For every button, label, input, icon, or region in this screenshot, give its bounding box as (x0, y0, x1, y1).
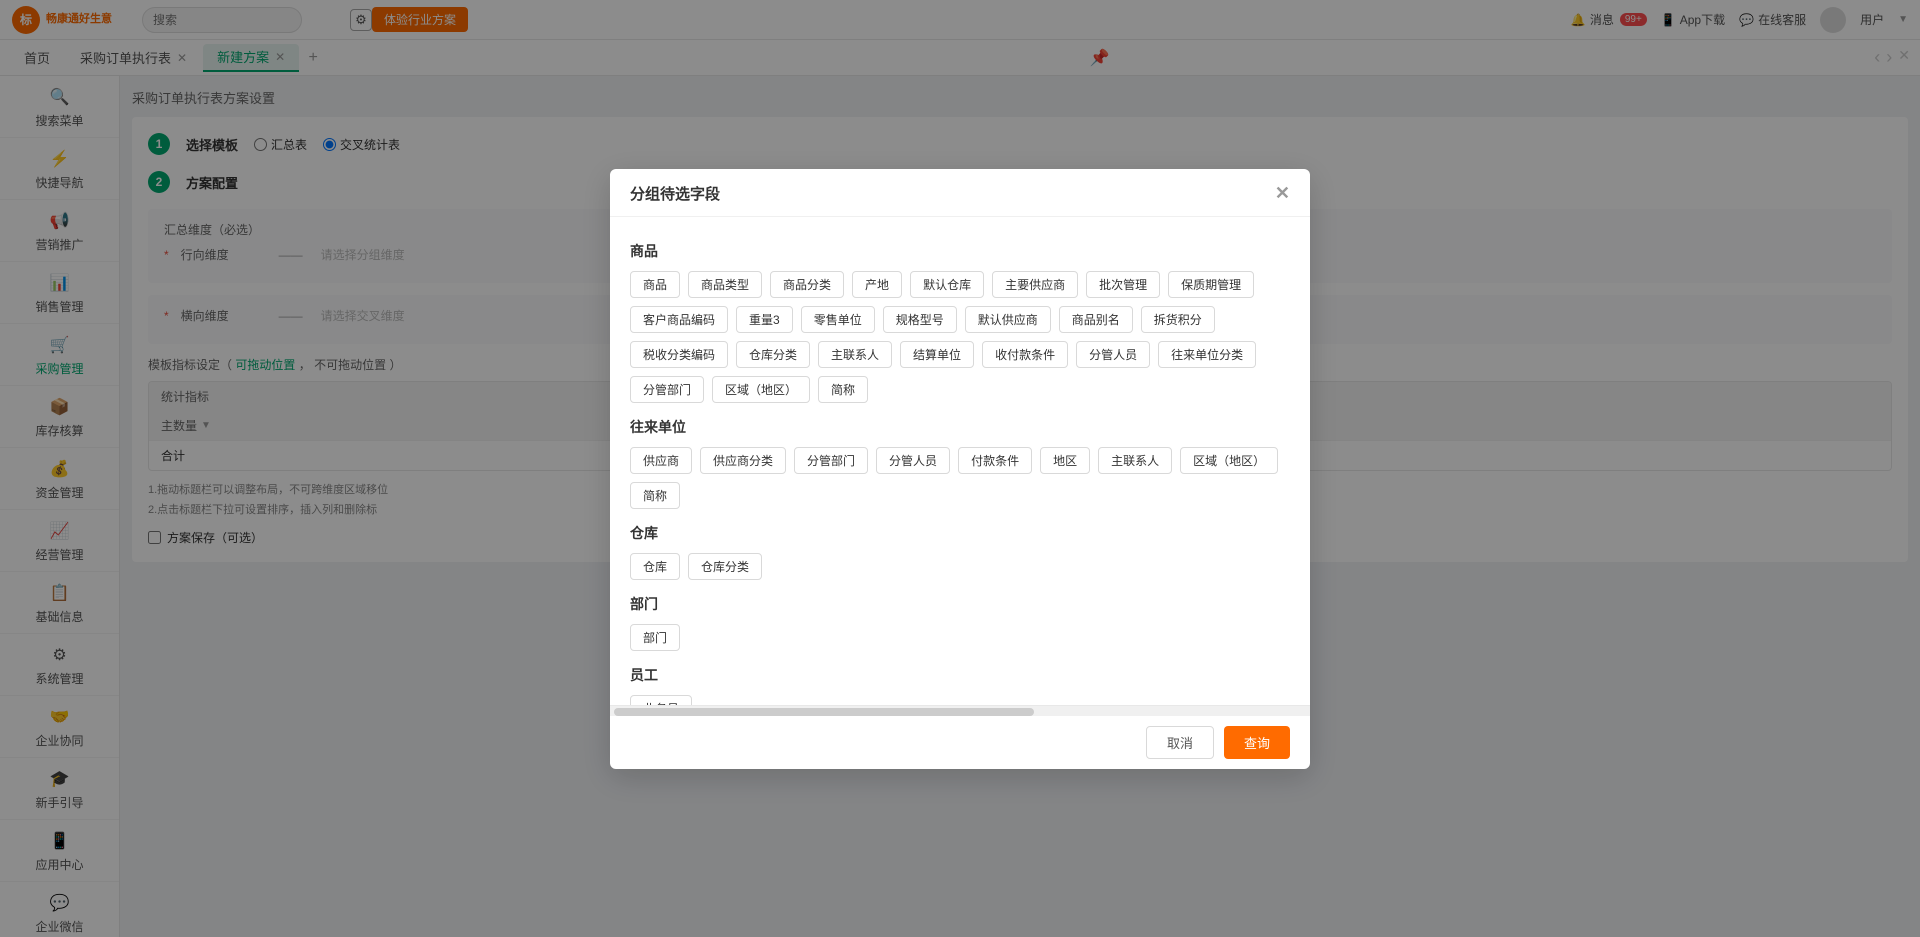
field-grid-0: 商品商品类型商品分类产地默认仓库主要供应商批次管理保质期管理客户商品编码重量3 零… (630, 271, 1290, 403)
section-title-0: 商品 (630, 241, 1290, 261)
field-tag-0-16[interactable]: 仓库分类 (736, 341, 810, 368)
cancel-button[interactable]: 取消 (1146, 726, 1214, 759)
modal-hscroll-thumb (614, 708, 1034, 716)
confirm-button[interactable]: 查询 (1224, 726, 1290, 759)
field-tag-1-1[interactable]: 供应商分类 (700, 447, 786, 474)
field-tag-0-10[interactable]: 零售单位 (801, 306, 875, 333)
modal-horizontal-scrollbar[interactable] (610, 705, 1310, 714)
field-tag-0-7[interactable]: 保质期管理 (1168, 271, 1254, 298)
modal-title: 分组待选字段 (630, 183, 720, 204)
field-grid-4: 业务员 (630, 695, 1290, 706)
field-tag-0-12[interactable]: 默认供应商 (965, 306, 1051, 333)
field-tag-0-11[interactable]: 规格型号 (883, 306, 957, 333)
field-tag-1-5[interactable]: 地区 (1040, 447, 1090, 474)
field-tag-3-0[interactable]: 部门 (630, 624, 680, 651)
field-tag-0-5[interactable]: 主要供应商 (992, 271, 1078, 298)
field-tag-0-23[interactable]: 区域（地区） (712, 376, 810, 403)
field-tag-0-20[interactable]: 分管人员 (1076, 341, 1150, 368)
field-grid-2: 仓库仓库分类 (630, 553, 1290, 580)
modal-footer: 取消 查询 (610, 715, 1310, 769)
field-select-modal: 分组待选字段 ✕ 商品商品商品类型商品分类产地默认仓库主要供应商批次管理保质期管… (610, 169, 1310, 769)
field-tag-1-8[interactable]: 简称 (630, 482, 680, 509)
field-tag-0-17[interactable]: 主联系人 (818, 341, 892, 368)
field-tag-1-3[interactable]: 分管人员 (876, 447, 950, 474)
modal-header: 分组待选字段 ✕ (610, 169, 1310, 217)
section-title-2: 仓库 (630, 523, 1290, 543)
field-tag-0-22[interactable]: 分管部门 (630, 376, 704, 403)
field-grid-3: 部门 (630, 624, 1290, 651)
field-tag-0-0[interactable]: 商品 (630, 271, 680, 298)
field-tag-0-1[interactable]: 商品类型 (688, 271, 762, 298)
field-tag-0-3[interactable]: 产地 (852, 271, 902, 298)
field-tag-1-6[interactable]: 主联系人 (1098, 447, 1172, 474)
field-tag-1-7[interactable]: 区域（地区） (1180, 447, 1278, 474)
field-tag-1-2[interactable]: 分管部门 (794, 447, 868, 474)
section-title-1: 往来单位 (630, 417, 1290, 437)
field-tag-0-18[interactable]: 结算单位 (900, 341, 974, 368)
section-title-3: 部门 (630, 594, 1290, 614)
field-tag-0-6[interactable]: 批次管理 (1086, 271, 1160, 298)
field-grid-1: 供应商供应商分类分管部门分管人员付款条件地区主联系人区域（地区） 简称 (630, 447, 1290, 509)
field-tag-0-2[interactable]: 商品分类 (770, 271, 844, 298)
field-tag-2-0[interactable]: 仓库 (630, 553, 680, 580)
section-title-4: 员工 (630, 665, 1290, 685)
field-tag-0-13[interactable]: 商品别名 (1059, 306, 1133, 333)
field-tag-4-0[interactable]: 业务员 (630, 695, 692, 706)
field-tag-0-19[interactable]: 收付款条件 (982, 341, 1068, 368)
field-tag-0-4[interactable]: 默认仓库 (910, 271, 984, 298)
field-tag-0-8[interactable]: 客户商品编码 (630, 306, 728, 333)
modal-body: 商品商品商品类型商品分类产地默认仓库主要供应商批次管理保质期管理客户商品编码重量… (610, 217, 1310, 706)
field-tag-0-14[interactable]: 拆货积分 (1141, 306, 1215, 333)
field-tag-0-9[interactable]: 重量3 (736, 306, 793, 333)
field-tag-0-24[interactable]: 简称 (818, 376, 868, 403)
field-tag-2-1[interactable]: 仓库分类 (688, 553, 762, 580)
field-tag-1-0[interactable]: 供应商 (630, 447, 692, 474)
field-tag-0-15[interactable]: 税收分类编码 (630, 341, 728, 368)
field-tag-1-4[interactable]: 付款条件 (958, 447, 1032, 474)
modal-close-icon[interactable]: ✕ (1275, 184, 1290, 202)
field-tag-0-21[interactable]: 往来单位分类 (1158, 341, 1256, 368)
